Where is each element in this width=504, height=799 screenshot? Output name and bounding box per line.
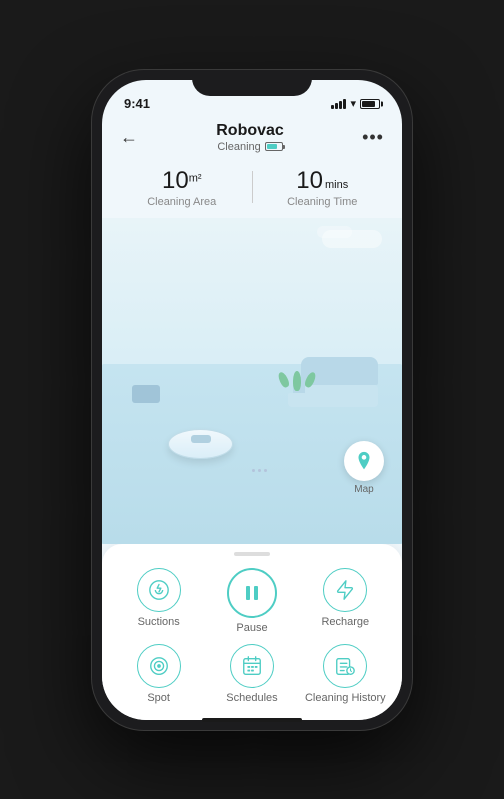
status-text: Cleaning [217, 141, 260, 153]
suctions-icon [148, 579, 170, 601]
suctions-label: Suctions [138, 616, 180, 628]
device-battery-icon [265, 142, 283, 151]
cleaning-area-label: Cleaning Area [122, 196, 242, 208]
spot-label: Spot [147, 692, 170, 704]
battery-icon [360, 99, 380, 109]
header-center: Robovac Cleaning [216, 122, 284, 153]
cleaning-time-stat: 10mins Cleaning Time [263, 167, 383, 208]
device-status: Cleaning [216, 141, 284, 153]
plant-leaves [282, 371, 312, 391]
device-title: Robovac [216, 122, 284, 140]
suctions-button [137, 568, 181, 612]
cleaning-area-value: 10m² [122, 167, 242, 195]
home-bar [202, 718, 302, 722]
map-pin-icon [353, 450, 375, 472]
robot-sensor [191, 435, 211, 443]
phone-screen: 9:41 ▾ ← Robovac Cleaning [102, 80, 402, 720]
cleaning-history-button [323, 644, 367, 688]
status-icons: ▾ [331, 97, 380, 110]
robot-body [168, 429, 233, 459]
cleaning-time-label: Cleaning Time [263, 196, 383, 208]
cleaning-history-icon [334, 655, 356, 677]
status-time: 9:41 [124, 96, 150, 111]
stats-bar: 10m² Cleaning Area 10mins Cleaning Time [102, 161, 402, 218]
map-button[interactable]: Map [344, 441, 384, 495]
notch [192, 70, 312, 96]
spot-button [137, 644, 181, 688]
cleaning-area-stat: 10m² Cleaning Area [122, 167, 242, 208]
spot-icon [148, 655, 170, 677]
leaf-2 [293, 371, 301, 391]
dirt-dot-2 [258, 469, 261, 472]
recharge-icon [334, 579, 356, 601]
header: ← Robovac Cleaning ••• [102, 118, 402, 161]
pause-label: Pause [236, 622, 267, 634]
plant [282, 371, 312, 407]
spot-control[interactable]: Spot [112, 644, 205, 704]
laptop [132, 385, 160, 403]
stat-divider [252, 171, 253, 203]
cleaning-time-value: 10mins [263, 167, 383, 195]
schedules-icon [241, 655, 263, 677]
dirt-dot-1 [252, 469, 255, 472]
cleaning-history-label: Cleaning History [305, 692, 386, 704]
recharge-button [323, 568, 367, 612]
cloud-2 [317, 226, 352, 238]
schedules-control[interactable]: Schedules [205, 644, 298, 704]
bottom-panel: Suctions Pause [102, 544, 402, 720]
suctions-control[interactable]: Suctions [112, 568, 205, 634]
map-button-circle [344, 441, 384, 481]
back-button[interactable]: ← [120, 127, 138, 148]
dirt-particles [252, 469, 267, 472]
room-illustration: Map [102, 218, 402, 544]
more-button[interactable]: ••• [362, 127, 384, 148]
controls-grid: Suctions Pause [102, 568, 402, 704]
phone-frame: 9:41 ▾ ← Robovac Cleaning [92, 70, 412, 730]
wifi-icon: ▾ [350, 97, 356, 110]
plant-pot [288, 393, 306, 407]
map-label: Map [354, 484, 373, 495]
pause-button [227, 568, 277, 618]
pause-icon [240, 581, 264, 605]
signal-icon [331, 99, 346, 109]
schedules-button [230, 644, 274, 688]
robot-vacuum [168, 429, 233, 459]
dirt-dot-3 [264, 469, 267, 472]
cleaning-history-control[interactable]: Cleaning History [299, 644, 392, 704]
recharge-label: Recharge [321, 616, 369, 628]
recharge-control[interactable]: Recharge [299, 568, 392, 634]
drag-handle [234, 552, 270, 556]
pause-control[interactable]: Pause [205, 568, 298, 634]
schedules-label: Schedules [226, 692, 277, 704]
